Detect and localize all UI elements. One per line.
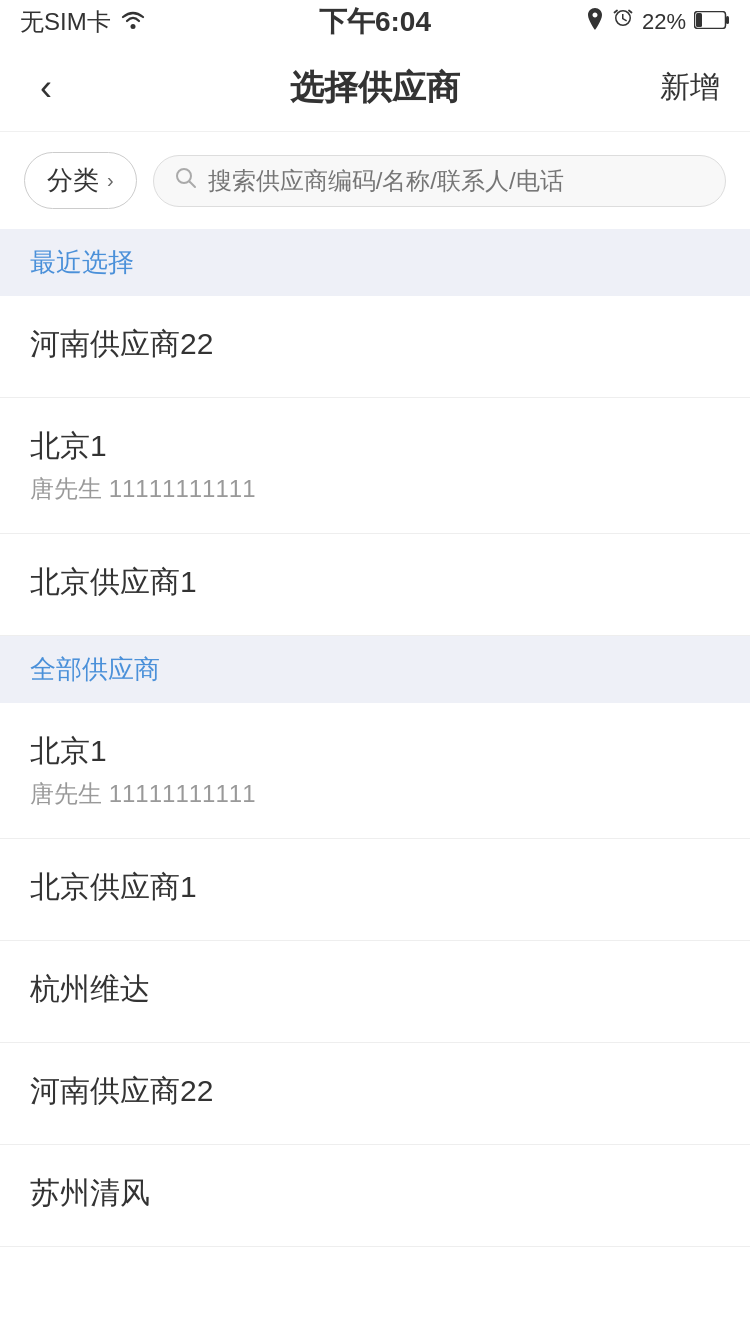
section-header-all: 全部供应商 — [0, 636, 750, 703]
alarm-icon — [612, 8, 634, 36]
status-left: 无SIM卡 — [20, 6, 147, 38]
supplier-name: 河南供应商22 — [30, 1071, 720, 1112]
supplier-name: 杭州维达 — [30, 969, 720, 1010]
list-item[interactable]: 苏州清风 — [0, 1145, 750, 1247]
svg-point-0 — [130, 24, 135, 29]
wifi-icon — [119, 8, 147, 36]
svg-rect-2 — [696, 13, 702, 27]
carrier-text: 无SIM卡 — [20, 6, 111, 38]
search-box — [153, 155, 726, 207]
list-item[interactable]: 河南供应商22 — [0, 296, 750, 398]
supplier-name: 北京供应商1 — [30, 562, 720, 603]
category-button[interactable]: 分类 › — [24, 152, 137, 209]
battery-text: 22% — [642, 9, 686, 35]
status-bar: 无SIM卡 下午6:04 22% — [0, 0, 750, 44]
supplier-name: 河南供应商22 — [30, 324, 720, 365]
status-right: 22% — [586, 8, 730, 36]
battery-icon — [694, 9, 730, 35]
supplier-name: 北京1 — [30, 426, 720, 467]
svg-rect-3 — [726, 16, 729, 24]
section-header-recent: 最近选择 — [0, 229, 750, 296]
supplier-name: 苏州清风 — [30, 1173, 720, 1214]
list-item[interactable]: 河南供应商22 — [0, 1043, 750, 1145]
search-icon — [174, 166, 198, 196]
nav-bar: ‹ 选择供应商 新增 — [0, 44, 750, 132]
new-action-button[interactable]: 新增 — [660, 67, 720, 108]
status-time: 下午6:04 — [319, 3, 431, 41]
list-item[interactable]: 北京供应商1 — [0, 839, 750, 941]
supplier-sub: 唐先生 11111111111 — [30, 473, 720, 505]
list-item[interactable]: 北京供应商1 — [0, 534, 750, 636]
back-button[interactable]: ‹ — [30, 57, 62, 119]
list-item[interactable]: 北京1 唐先生 11111111111 — [0, 703, 750, 839]
supplier-name: 北京供应商1 — [30, 867, 720, 908]
category-label: 分类 — [47, 163, 99, 198]
supplier-list: 最近选择河南供应商22 北京1 唐先生 11111111111 北京供应商1 全部供应商… — [0, 229, 750, 1247]
chevron-right-icon: › — [107, 169, 114, 192]
page-title: 选择供应商 — [290, 65, 460, 111]
supplier-name: 北京1 — [30, 731, 720, 772]
list-item[interactable]: 北京1 唐先生 11111111111 — [0, 398, 750, 534]
search-input[interactable] — [208, 167, 705, 195]
filter-row: 分类 › — [0, 132, 750, 229]
location-icon — [586, 8, 604, 36]
supplier-sub: 唐先生 11111111111 — [30, 778, 720, 810]
svg-line-5 — [189, 181, 195, 187]
list-item[interactable]: 杭州维达 — [0, 941, 750, 1043]
